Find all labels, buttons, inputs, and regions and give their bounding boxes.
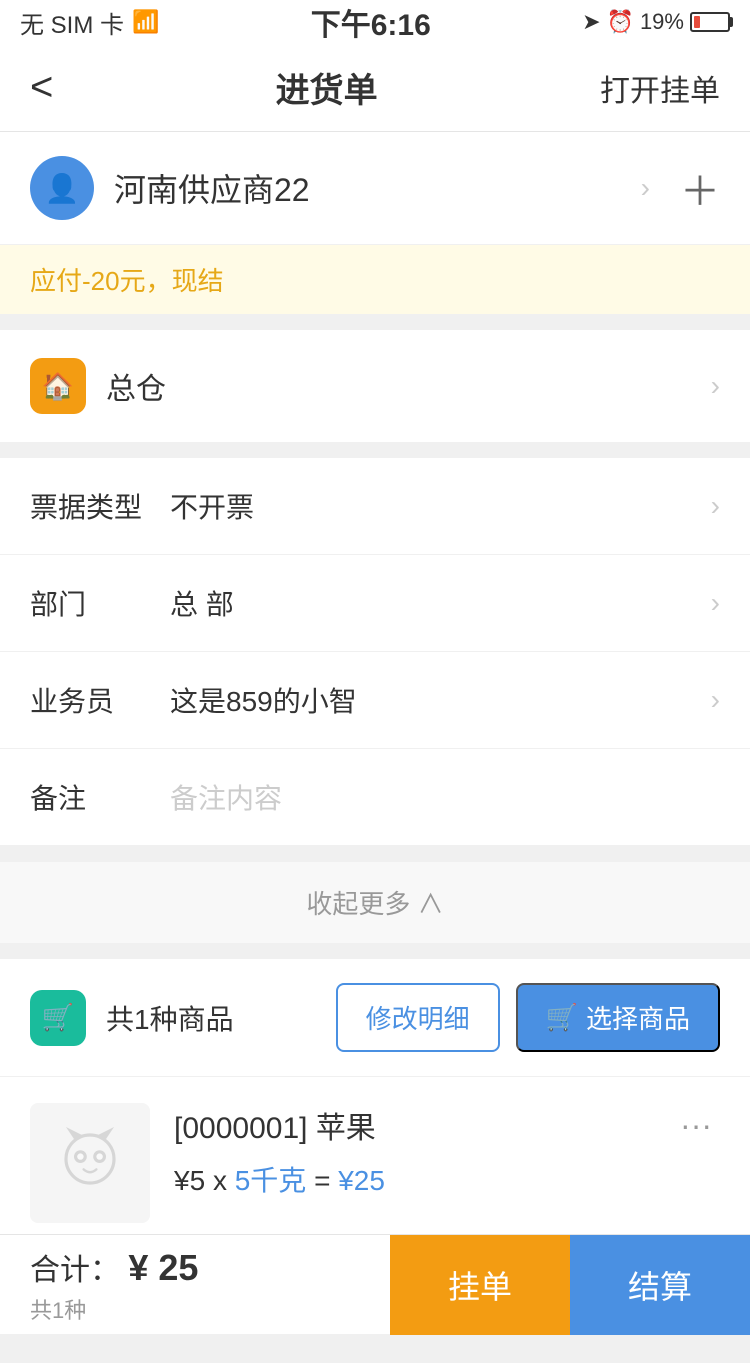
wifi-icon: 📶 xyxy=(132,9,159,35)
products-section: 🛒 共1种商品 修改明细 🛒 选择商品 xyxy=(0,959,750,1247)
supplier-row[interactable]: 👤 河南供应商22 › ＋ xyxy=(0,132,750,245)
sim-status: 无 SIM 卡 xyxy=(20,5,124,40)
collapse-row[interactable]: 收起更多 ∧ xyxy=(0,862,750,943)
avatar-icon: 👤 xyxy=(45,172,80,205)
salesperson-label: 业务员 xyxy=(30,680,170,720)
owl-logo-icon xyxy=(50,1123,130,1203)
warehouse-icon-symbol: 🏠 xyxy=(42,371,74,402)
status-bar-right: ➤ ⏰ 19% xyxy=(582,9,730,35)
salesperson-chevron-icon: › xyxy=(711,684,720,716)
invoice-type-label: 票据类型 xyxy=(30,486,170,526)
product-item: [0000001] 苹果 ¥5 x 5千克 = ¥25 ··· xyxy=(0,1079,750,1247)
form-section: 票据类型 不开票 › 部门 总 部 › 业务员 这是859的小智 › 备注 备注… xyxy=(0,458,750,846)
salesperson-row[interactable]: 业务员 这是859的小智 › xyxy=(0,652,750,749)
notice-bar: 应付-20元，现结 xyxy=(0,245,750,314)
total-amount: ¥ 25 xyxy=(128,1247,198,1288)
checkout-button[interactable]: 结算 xyxy=(570,1235,750,1335)
unit-price: ¥5 xyxy=(174,1165,205,1196)
cart-icon: 🛒 xyxy=(42,1002,74,1033)
department-value: 总 部 xyxy=(170,583,701,623)
select-icon: 🛒 xyxy=(546,1002,578,1033)
equals-sign: = xyxy=(314,1165,338,1196)
hang-button[interactable]: 挂单 xyxy=(390,1235,570,1335)
invoice-type-row[interactable]: 票据类型 不开票 › xyxy=(0,458,750,555)
main-content: 👤 河南供应商22 › ＋ 应付-20元，现结 🏠 总仓 › 票据类型 不开票 … xyxy=(0,132,750,1247)
alarm-icon: ⏰ xyxy=(607,9,634,35)
salesperson-value: 这是859的小智 xyxy=(170,680,701,720)
invoice-chevron-icon: › xyxy=(711,490,720,522)
total-main: 合计： ¥ 25 xyxy=(30,1245,360,1289)
supplier-chevron-icon: › xyxy=(641,172,650,204)
add-supplier-button[interactable]: ＋ xyxy=(680,159,720,217)
subtotal: ¥25 xyxy=(338,1165,385,1196)
department-label: 部门 xyxy=(30,583,170,623)
battery-icon xyxy=(690,12,730,32)
total-sub: 共1种 xyxy=(30,1293,360,1325)
location-icon: ➤ xyxy=(582,9,600,35)
edit-detail-button[interactable]: 修改明细 xyxy=(336,983,500,1052)
battery-percent: 19% xyxy=(640,9,684,35)
warehouse-name: 总仓 xyxy=(106,364,701,408)
open-hang-button[interactable]: 打开挂单 xyxy=(600,66,720,110)
product-info: [0000001] 苹果 ¥5 x 5千克 = ¥25 xyxy=(174,1103,672,1199)
collapse-label: 收起更多 ∧ xyxy=(306,884,443,921)
product-title: 苹果 xyxy=(316,1112,376,1145)
multiply-sign: x xyxy=(213,1165,235,1196)
product-name: [0000001] 苹果 xyxy=(174,1103,672,1147)
remark-placeholder: 备注内容 xyxy=(170,777,720,817)
remark-label: 备注 xyxy=(30,777,170,817)
department-chevron-icon: › xyxy=(711,587,720,619)
back-button[interactable]: < xyxy=(30,65,53,110)
warehouse-row[interactable]: 🏠 总仓 › xyxy=(0,330,750,442)
products-icon: 🛒 xyxy=(30,990,86,1046)
supplier-section: 👤 河南供应商22 › ＋ 应付-20元，现结 xyxy=(0,132,750,314)
total-label: 合计： xyxy=(30,1254,120,1287)
products-header: 🛒 共1种商品 修改明细 🛒 选择商品 xyxy=(0,959,750,1077)
product-menu-button[interactable]: ··· xyxy=(672,1103,720,1148)
select-label: 选择商品 xyxy=(586,999,690,1036)
supplier-avatar: 👤 xyxy=(30,156,94,220)
status-bar-left: 无 SIM 卡 📶 xyxy=(20,5,159,40)
product-code: [0000001] xyxy=(174,1112,307,1145)
product-price: ¥5 x 5千克 = ¥25 xyxy=(174,1159,672,1199)
select-product-button[interactable]: 🛒 选择商品 xyxy=(516,983,720,1052)
department-row[interactable]: 部门 总 部 › xyxy=(0,555,750,652)
status-bar: 无 SIM 卡 📶 下午6:16 ➤ ⏰ 19% xyxy=(0,0,750,44)
invoice-type-value: 不开票 xyxy=(170,486,701,526)
products-count: 共1种商品 xyxy=(106,998,336,1038)
warehouse-chevron-icon: › xyxy=(711,370,720,402)
remark-row[interactable]: 备注 备注内容 xyxy=(0,749,750,846)
supplier-name: 河南供应商22 xyxy=(114,165,641,211)
quantity: 5千克 xyxy=(235,1165,307,1196)
warehouse-icon: 🏠 xyxy=(30,358,86,414)
bottom-bar: 合计： ¥ 25 共1种 挂单 结算 xyxy=(0,1234,750,1334)
status-bar-time: 下午6:16 xyxy=(311,0,431,44)
total-section: 合计： ¥ 25 共1种 xyxy=(0,1245,390,1325)
product-thumbnail xyxy=(30,1103,150,1223)
page-title: 进货单 xyxy=(276,63,378,112)
nav-bar: < 进货单 打开挂单 xyxy=(0,44,750,132)
